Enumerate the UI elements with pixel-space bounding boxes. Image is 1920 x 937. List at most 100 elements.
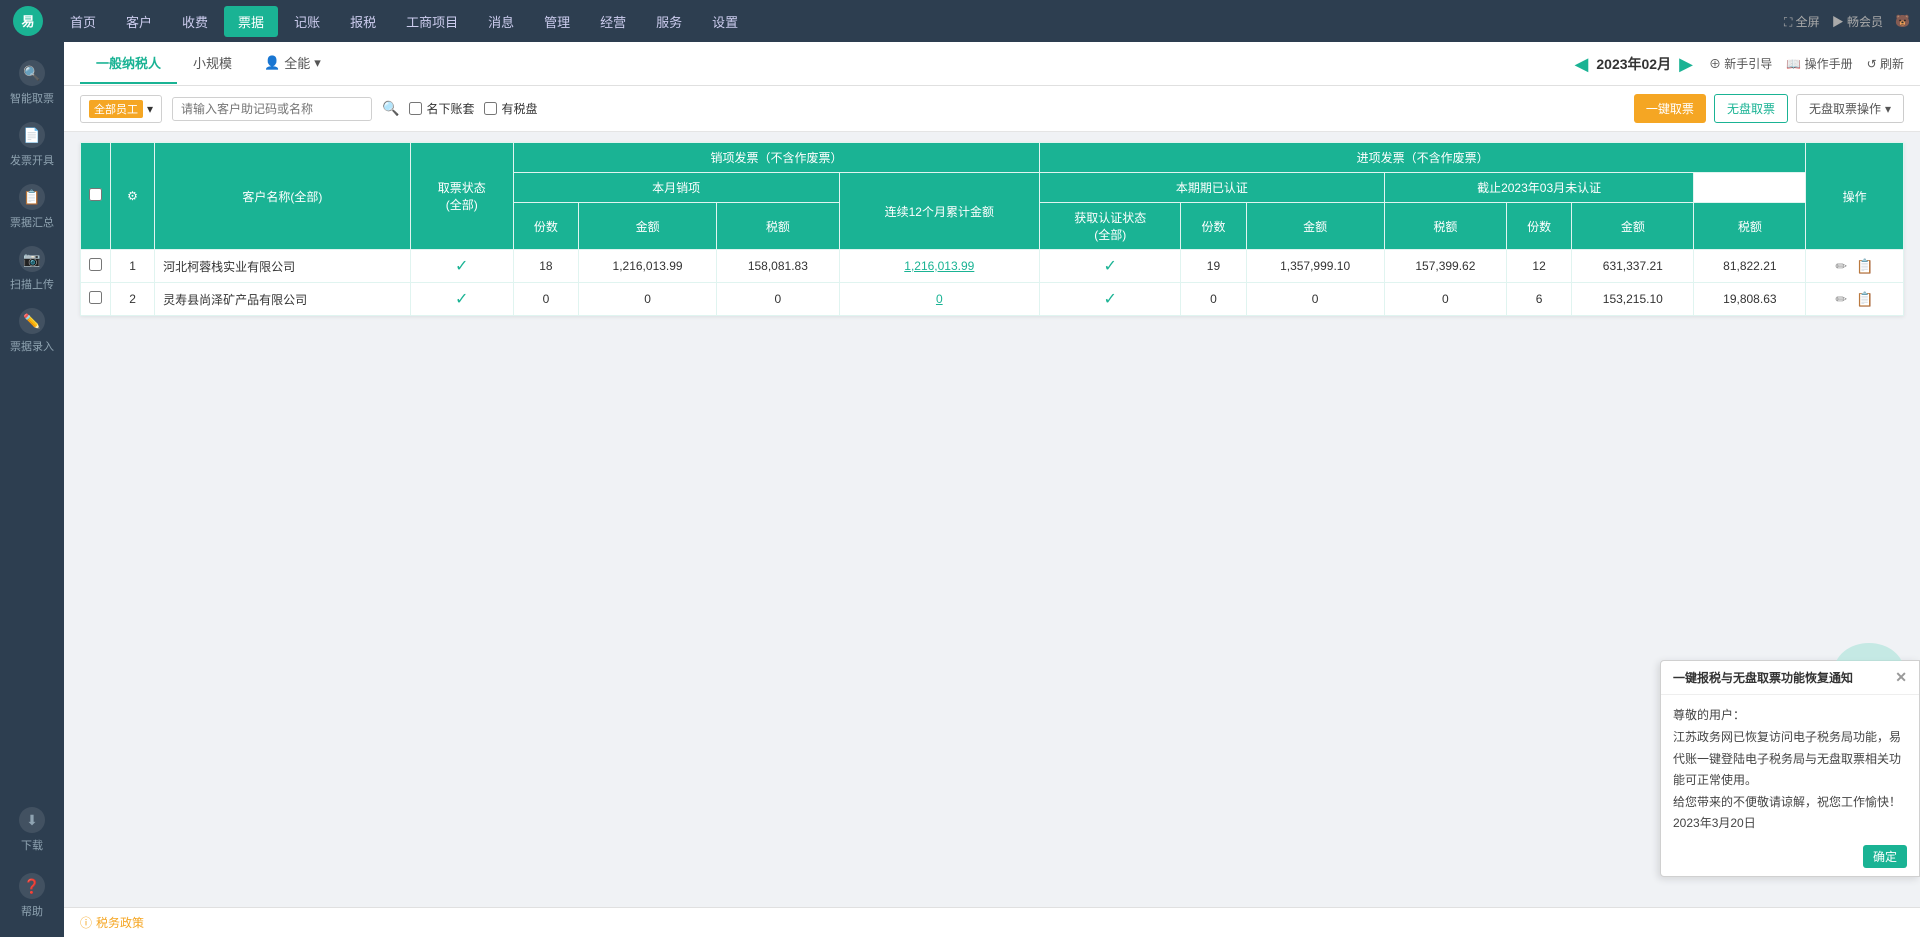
sidebar-icon-2: 📋 xyxy=(19,184,45,210)
tab-right-actions: ⊕ 新手引导 📖 操作手册 ↺ 刷新 xyxy=(1709,55,1904,72)
nav-item-5[interactable]: 报税 xyxy=(336,6,390,37)
svg-text:易: 易 xyxy=(21,14,34,29)
row-checkbox-0[interactable] xyxy=(89,258,102,271)
sidebar-bottom-item-1[interactable]: ❓ 帮助 xyxy=(15,865,49,927)
one-click-ticket-btn[interactable]: 一键取票 xyxy=(1634,94,1706,123)
sidebar-item-0[interactable]: 🔍智能取票 xyxy=(6,52,58,114)
th-dead-shares: 份数 xyxy=(1507,203,1572,250)
user-avatar[interactable]: 🐻 xyxy=(1895,14,1910,28)
cell-dead-tax-1: 19,808.63 xyxy=(1694,283,1806,316)
cell-name-1: 灵寿县尚泽矿产品有限公司 xyxy=(155,283,411,316)
prev-period-btn[interactable]: ◀ xyxy=(1575,55,1589,73)
select-dropdown-icon: ▾ xyxy=(147,102,153,116)
nav-item-3[interactable]: 票据 xyxy=(224,6,278,37)
sidebar-item-3[interactable]: 📷扫描上传 xyxy=(6,238,58,300)
nav-right-actions: ⛶ 全屏 ▶ 畅会员 🐻 xyxy=(1784,13,1910,30)
th-purchase-group: 进项发票（不含作废票） xyxy=(1040,143,1806,173)
sidebar-icon-4: ✏️ xyxy=(19,308,45,334)
sidebar-label-1: 发票开具 xyxy=(10,152,54,168)
tab-2[interactable]: 👤全能▾ xyxy=(248,43,337,84)
notification-line-0: 尊敬的用户： xyxy=(1673,705,1907,727)
period-text: 2023年02月 xyxy=(1596,54,1671,74)
th-amount: 金额 xyxy=(578,203,716,250)
cell-dead-shares-0: 12 xyxy=(1507,250,1572,283)
sidebar-item-2[interactable]: 📋票据汇总 xyxy=(6,176,58,238)
sidebar-bottom-item-0[interactable]: ⬇下载 xyxy=(15,799,49,861)
edit-icon-0[interactable]: ✏ xyxy=(1835,258,1847,274)
cumulative-link-0[interactable]: 1,216,013.99 xyxy=(904,259,974,273)
nav-item-2[interactable]: 收费 xyxy=(168,6,222,37)
cell-shares-0: 18 xyxy=(513,250,578,283)
nav-item-7[interactable]: 消息 xyxy=(474,6,528,37)
sidebar-bottom: ⬇下载 ❓ 帮助 xyxy=(15,799,49,937)
policy-text[interactable]: 税务政策 xyxy=(96,914,144,931)
vip-btn[interactable]: ▶ 畅会员 xyxy=(1832,13,1883,30)
tab-0[interactable]: 一般纳税人 xyxy=(80,43,177,84)
nav-item-9[interactable]: 经营 xyxy=(586,6,640,37)
nav-item-10[interactable]: 服务 xyxy=(642,6,696,37)
fullscreen-btn[interactable]: ⛶ 全屏 xyxy=(1784,13,1820,30)
th-month-sales: 本月销项 xyxy=(513,173,839,203)
tab-1[interactable]: 小规模 xyxy=(177,43,248,84)
nav-item-8[interactable]: 管理 xyxy=(530,6,584,37)
cell-cert-status-0: ✓ xyxy=(1040,250,1181,283)
sidebar-bottom-label-1: 帮助 xyxy=(21,903,43,919)
nav-item-11[interactable]: 设置 xyxy=(698,6,752,37)
detail-icon-1[interactable]: 📋 xyxy=(1856,291,1873,307)
nav-items: 首页客户收费票据记账报税工商项目消息管理经营服务设置 xyxy=(56,6,1784,37)
no-disk-dropdown-btn[interactable]: 无盘取票操作 ▾ xyxy=(1796,94,1904,123)
search-button[interactable]: 🔍 xyxy=(382,100,399,117)
cell-status-0: ✓ xyxy=(410,250,513,283)
notification-line-1: 江苏政务网已恢复访问电子税务局功能，易代账一键登陆电子税务局与无盘取票相关功能可… xyxy=(1673,727,1907,792)
refresh-btn[interactable]: ↺ 刷新 xyxy=(1867,55,1904,72)
cell-check-0 xyxy=(81,250,111,283)
employee-select[interactable]: 全部员工 ▾ xyxy=(80,95,162,123)
search-input[interactable] xyxy=(172,97,372,121)
th-dead-tax: 税额 xyxy=(1694,203,1806,250)
cell-dead-amount-0: 631,337.21 xyxy=(1572,250,1694,283)
select-all-checkbox[interactable] xyxy=(89,188,102,201)
cumulative-link-1[interactable]: 0 xyxy=(936,292,943,306)
taxdisk-checkbox-input[interactable] xyxy=(484,102,497,115)
no-disk-ticket-btn[interactable]: 无盘取票 xyxy=(1714,94,1788,123)
cell-pur-shares-1: 0 xyxy=(1181,283,1246,316)
checkbox-taxdisk[interactable]: 有税盘 xyxy=(484,100,537,117)
th-cert-status: 获取认证状态 (全部) xyxy=(1040,203,1181,250)
tab-dropdown-2: ▾ xyxy=(314,55,321,71)
sidebar-item-4[interactable]: ✏️票据录入 xyxy=(6,300,58,362)
accounts-checkbox-input[interactable] xyxy=(409,102,422,115)
cell-status-1: ✓ xyxy=(410,283,513,316)
detail-icon-0[interactable]: 📋 xyxy=(1856,258,1873,274)
sidebar: 🔍智能取票 📄 发票开具 📋票据汇总📷扫描上传✏️票据录入 ⬇下载 ❓ 帮助 xyxy=(0,42,64,937)
tab-label-1: 小规模 xyxy=(193,53,232,72)
cell-check-1 xyxy=(81,283,111,316)
edit-icon-1[interactable]: ✏ xyxy=(1835,291,1847,307)
cell-num-0: 1 xyxy=(111,250,155,283)
cell-pur-tax-0: 157,399.62 xyxy=(1384,250,1506,283)
cell-tax-1: 0 xyxy=(717,283,839,316)
th-action: 操作 xyxy=(1806,143,1904,250)
sidebar-icon-1: 📄 xyxy=(19,122,45,148)
sidebar-bottom-icon-1: ❓ xyxy=(19,873,45,899)
cell-cumulative-0: 1,216,013.99 xyxy=(839,250,1040,283)
table-wrapper: ⚙ 客户名称(全部) 取票状态 (全部) 销项发票（不含作废票） 进项发票（不含… xyxy=(64,132,1920,326)
notification-ok-btn[interactable]: 确定 xyxy=(1863,845,1907,868)
tab-label-2: 全能 xyxy=(284,53,310,72)
cell-cert-status-1: ✓ xyxy=(1040,283,1181,316)
cell-cumulative-1: 0 xyxy=(839,283,1040,316)
nav-item-6[interactable]: 工商项目 xyxy=(392,6,472,37)
filter-bar: 全部员工 ▾ 🔍 名下账套 有税盘 一键取票 无盘取票 无盘取票操作 ▾ xyxy=(64,86,1920,132)
table-row: 1 河北柯蓉栈实业有限公司 ✓ 18 1,216,013.99 158,081.… xyxy=(81,250,1904,283)
checkbox-accounts[interactable]: 名下账套 xyxy=(409,100,474,117)
nav-item-0[interactable]: 首页 xyxy=(56,6,110,37)
next-period-btn[interactable]: ▶ xyxy=(1679,55,1693,73)
notification-close-btn[interactable]: ✕ xyxy=(1895,669,1907,686)
nav-item-4[interactable]: 记账 xyxy=(280,6,334,37)
top-navigation: 易 首页客户收费票据记账报税工商项目消息管理经营服务设置 ⛶ 全屏 ▶ 畅会员 … xyxy=(0,0,1920,42)
row-checkbox-1[interactable] xyxy=(89,291,102,304)
guide-btn[interactable]: ⊕ 新手引导 xyxy=(1709,55,1772,72)
manual-btn[interactable]: 📖 操作手册 xyxy=(1786,55,1852,72)
th-shares: 份数 xyxy=(513,203,578,250)
nav-item-1[interactable]: 客户 xyxy=(112,6,166,37)
sidebar-item-1[interactable]: 📄 发票开具 xyxy=(6,114,58,176)
